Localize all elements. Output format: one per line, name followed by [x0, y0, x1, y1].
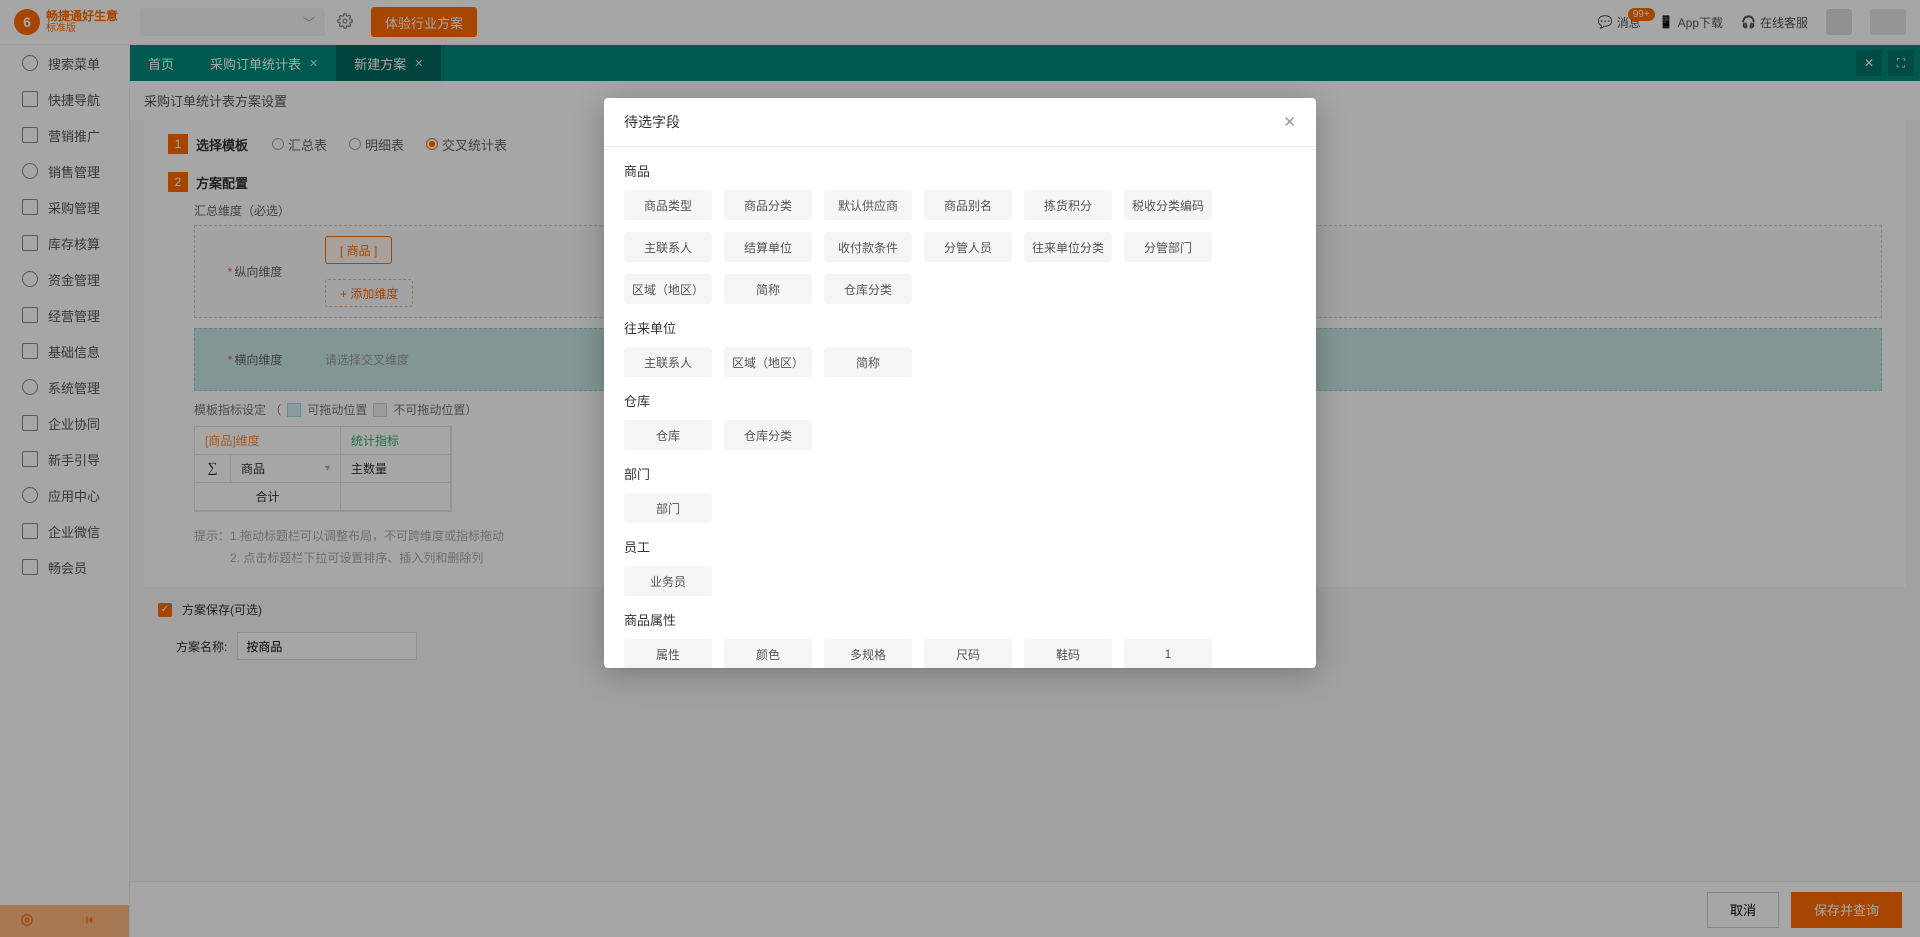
field-chip[interactable]: 结算单位: [724, 232, 812, 262]
field-group-title: 商品: [624, 161, 1296, 180]
field-chip[interactable]: 往来单位分类: [1024, 232, 1112, 262]
field-chip[interactable]: 主联系人: [624, 347, 712, 377]
field-chip[interactable]: 仓库: [624, 420, 712, 450]
field-chip[interactable]: 简称: [824, 347, 912, 377]
field-group-title: 商品属性: [624, 610, 1296, 629]
field-chip[interactable]: 商品类型: [624, 190, 712, 220]
field-chip[interactable]: 税收分类编码: [1124, 190, 1212, 220]
field-chip[interactable]: 收付款条件: [824, 232, 912, 262]
field-chip[interactable]: 分管部门: [1124, 232, 1212, 262]
field-group-title: 部门: [624, 464, 1296, 483]
field-chip[interactable]: 颜色: [724, 639, 812, 668]
field-chip[interactable]: 简称: [724, 274, 812, 304]
modal-title: 待选字段: [624, 112, 680, 132]
field-chip[interactable]: 业务员: [624, 566, 712, 596]
field-chip[interactable]: 尺码: [924, 639, 1012, 668]
field-chip[interactable]: 商品分类: [724, 190, 812, 220]
field-chip[interactable]: 仓库分类: [824, 274, 912, 304]
modal-overlay[interactable]: 待选字段 ✕ 商品商品类型商品分类默认供应商商品别名拣货积分税收分类编码主联系人…: [0, 0, 1920, 937]
field-chip[interactable]: 多规格: [824, 639, 912, 668]
field-chip[interactable]: 分管人员: [924, 232, 1012, 262]
modal-close-button[interactable]: ✕: [1283, 113, 1296, 131]
field-chip[interactable]: 属性: [624, 639, 712, 668]
field-chip[interactable]: 默认供应商: [824, 190, 912, 220]
field-chip[interactable]: 区域（地区）: [624, 274, 712, 304]
field-selector-modal: 待选字段 ✕ 商品商品类型商品分类默认供应商商品别名拣货积分税收分类编码主联系人…: [604, 98, 1316, 668]
field-chip[interactable]: 商品别名: [924, 190, 1012, 220]
field-chip[interactable]: 主联系人: [624, 232, 712, 262]
field-chip[interactable]: 区域（地区）: [724, 347, 812, 377]
field-chip[interactable]: 仓库分类: [724, 420, 812, 450]
field-chip[interactable]: 1: [1124, 639, 1212, 668]
field-chip[interactable]: 拣货积分: [1024, 190, 1112, 220]
field-group-title: 员工: [624, 537, 1296, 556]
field-group-title: 往来单位: [624, 318, 1296, 337]
field-chip[interactable]: 鞋码: [1024, 639, 1112, 668]
field-chip[interactable]: 部门: [624, 493, 712, 523]
field-group-title: 仓库: [624, 391, 1296, 410]
